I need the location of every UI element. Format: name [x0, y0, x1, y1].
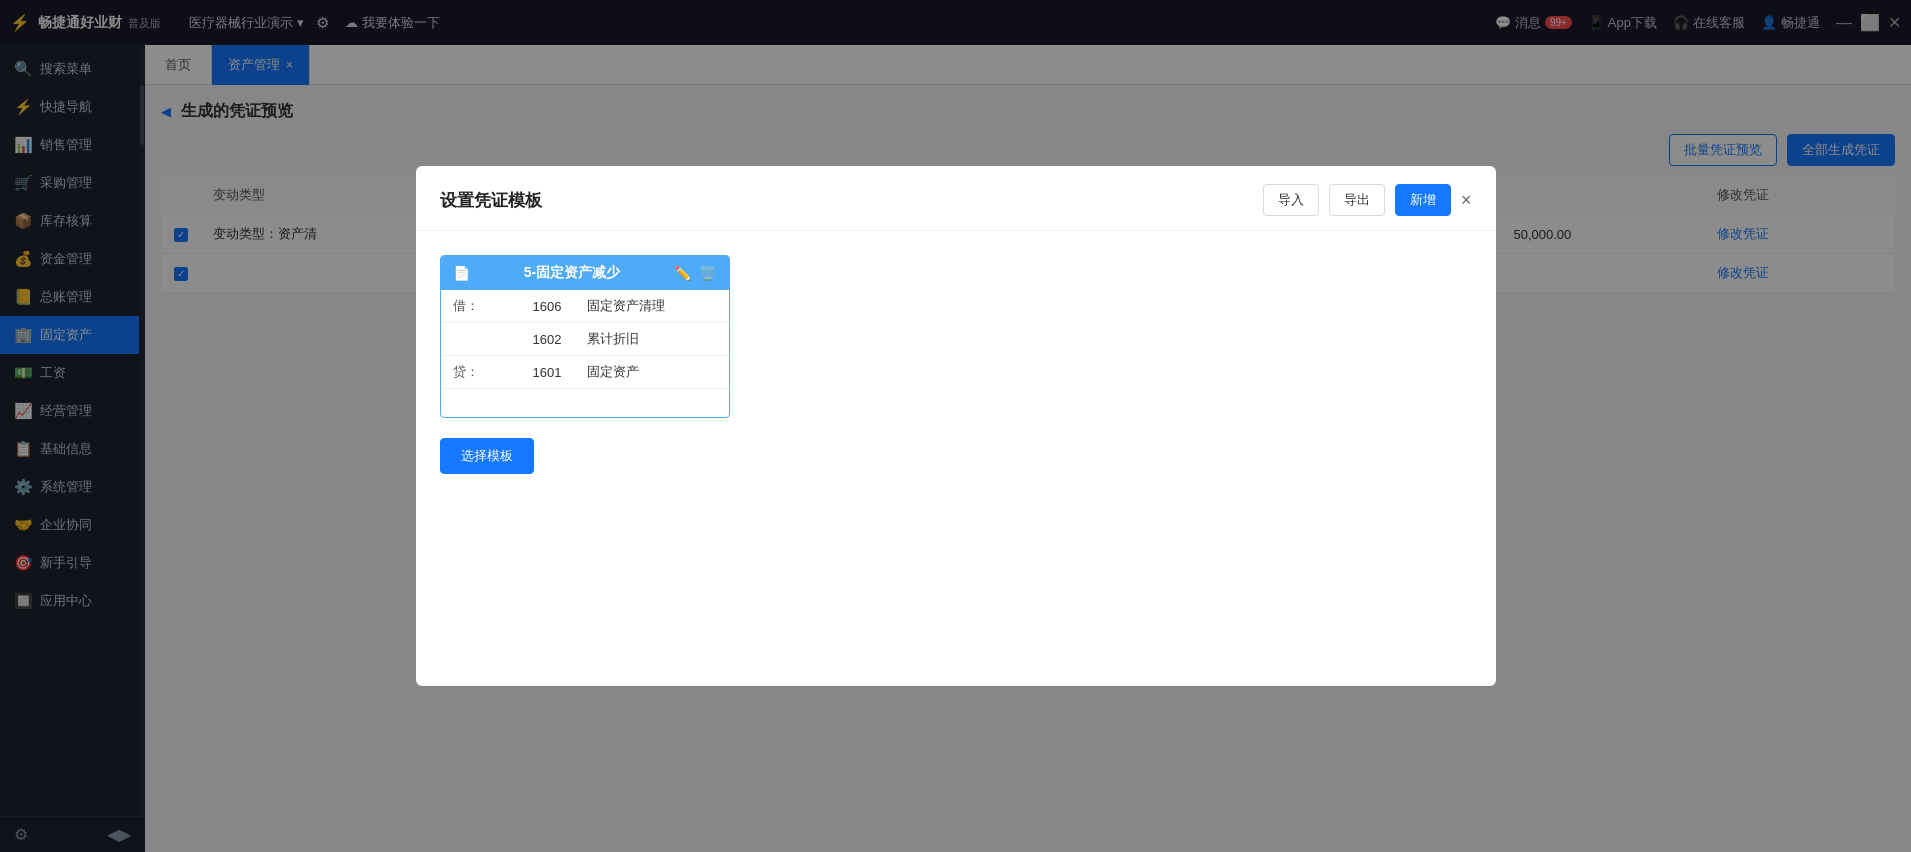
- entry2-debit: [679, 323, 704, 356]
- template-card-title: 5-固定资产减少: [524, 264, 620, 282]
- template-card-body: 借： 1606 固定资产清理 1602 累计折旧: [441, 290, 729, 417]
- entry3-credit: [704, 356, 729, 389]
- modal-title: 设置凭证模板: [440, 189, 542, 212]
- export-btn[interactable]: 导出: [1329, 184, 1385, 216]
- select-template-btn-wrapper: 选择模板: [440, 438, 1472, 474]
- modal-body: 📄 5-固定资产减少 ✏️ 🗑️ 借： 1606 固定资产清理: [416, 231, 1496, 686]
- entry1-credit: [704, 290, 729, 323]
- entry3-type: 贷：: [441, 356, 521, 389]
- modal-toolbar: 导入 导出 新增 ×: [1263, 184, 1472, 216]
- template-delete-icon[interactable]: 🗑️: [699, 265, 716, 281]
- template-card-header: 📄 5-固定资产减少 ✏️ 🗑️: [441, 256, 729, 290]
- entry2-name: 累计折旧: [575, 323, 680, 356]
- template-edit-icon[interactable]: ✏️: [674, 265, 691, 281]
- template-entries-table: 借： 1606 固定资产清理 1602 累计折旧: [441, 290, 729, 417]
- modal-overlay: 设置凭证模板 导入 导出 新增 × 📄 5-固定资产减少 ✏️ 🗑️: [0, 0, 1911, 852]
- entry3-name: 固定资产: [575, 356, 680, 389]
- import-btn[interactable]: 导入: [1263, 184, 1319, 216]
- entry3-debit: [679, 356, 704, 389]
- entry1-type: 借：: [441, 290, 521, 323]
- entry1-name: 固定资产清理: [575, 290, 680, 323]
- entry2-code: 1602: [521, 323, 575, 356]
- template-entry-row: 1602 累计折旧: [441, 323, 729, 356]
- entry1-debit: [679, 290, 704, 323]
- template-card-icon: 📄: [453, 265, 470, 281]
- modal-close-btn[interactable]: ×: [1461, 184, 1472, 216]
- select-template-btn[interactable]: 选择模板: [440, 438, 534, 474]
- template-entry-row: 贷： 1601 固定资产: [441, 356, 729, 389]
- template-card-actions: ✏️ 🗑️: [674, 265, 716, 281]
- new-template-btn[interactable]: 新增: [1395, 184, 1451, 216]
- modal-header: 设置凭证模板 导入 导出 新增 ×: [416, 166, 1496, 231]
- template-empty-row: [441, 389, 729, 417]
- template-entry-row: 借： 1606 固定资产清理: [441, 290, 729, 323]
- entry2-type: [441, 323, 521, 356]
- modal-set-template: 设置凭证模板 导入 导出 新增 × 📄 5-固定资产减少 ✏️ 🗑️: [416, 166, 1496, 686]
- template-card: 📄 5-固定资产减少 ✏️ 🗑️ 借： 1606 固定资产清理: [440, 255, 730, 418]
- entry2-credit: [704, 323, 729, 356]
- entry3-code: 1601: [521, 356, 575, 389]
- entry1-code: 1606: [521, 290, 575, 323]
